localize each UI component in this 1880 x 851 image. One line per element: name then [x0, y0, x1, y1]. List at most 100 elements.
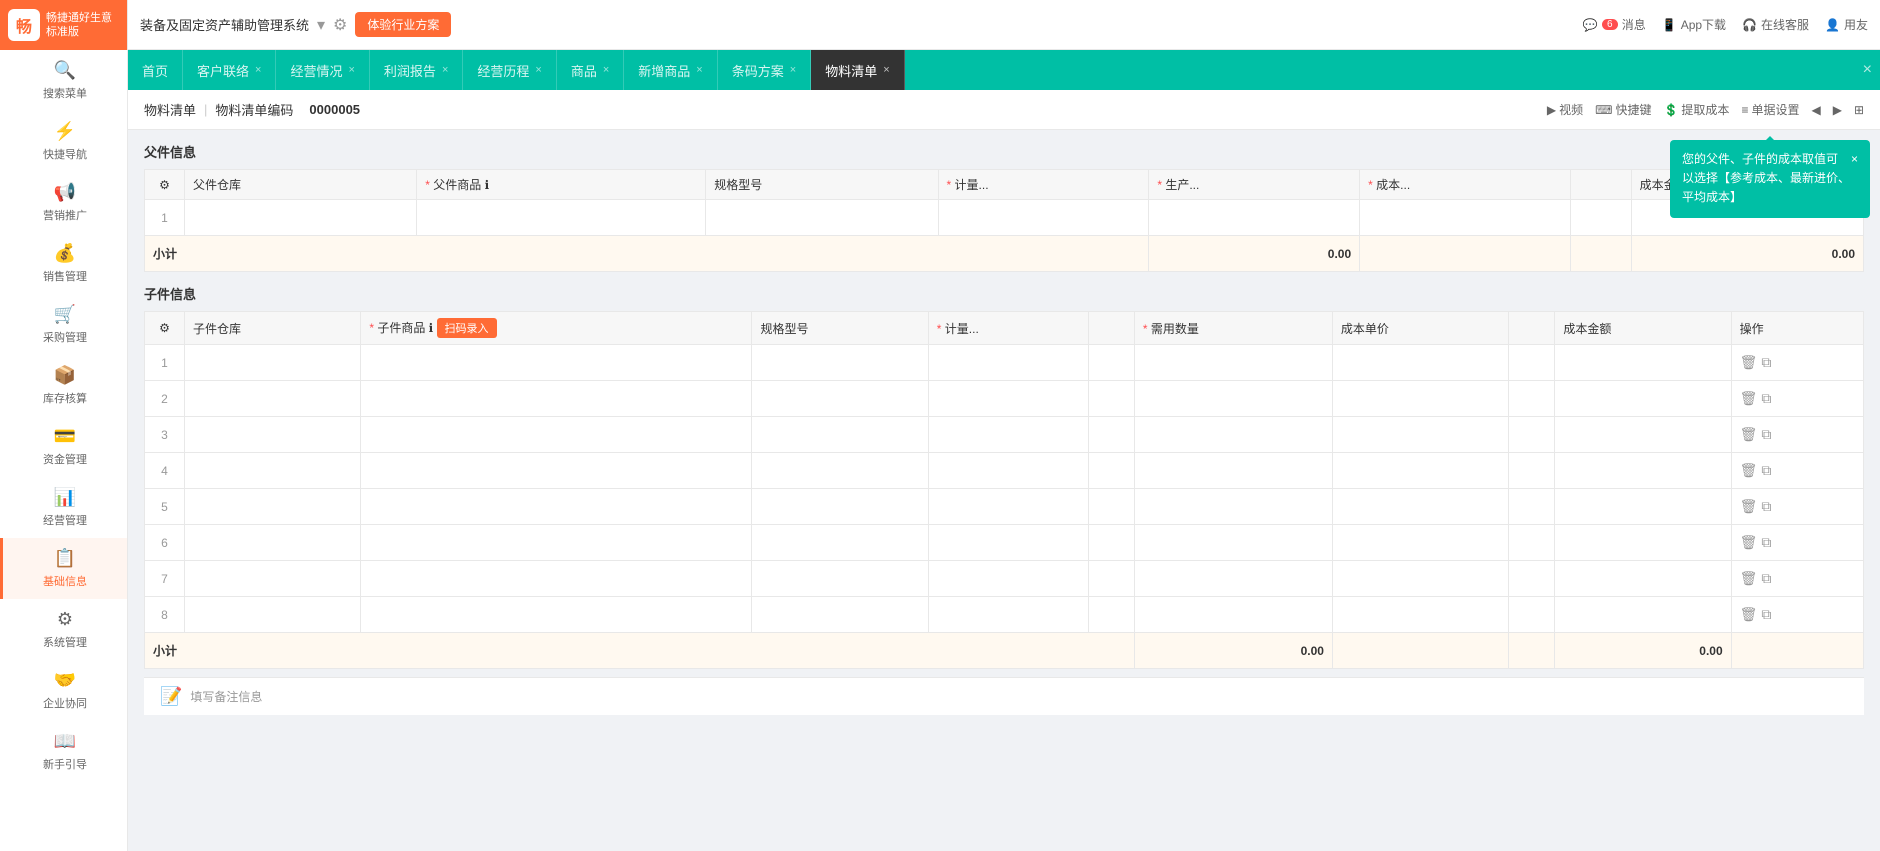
child-unit-cell[interactable] [928, 489, 1088, 525]
child-warehouse-cell[interactable] [185, 381, 361, 417]
delete-icon-row2[interactable]: 🗑 [1740, 390, 1758, 407]
copy-icon-row3[interactable]: ⧉ [1761, 426, 1771, 443]
copy-icon-row8[interactable]: ⧉ [1761, 606, 1771, 623]
child-quantity-cell[interactable] [1134, 381, 1332, 417]
parent-produce-cell[interactable] [1149, 200, 1360, 236]
child-spec-cell[interactable] [752, 381, 928, 417]
message-icon-area[interactable]: 💬 6 消息 [1583, 16, 1646, 33]
child-quantity-cell[interactable] [1134, 417, 1332, 453]
shortcut-action[interactable]: ⌨ 快捷键 [1595, 101, 1651, 118]
copy-icon-row6[interactable]: ⧉ [1761, 534, 1771, 551]
extract-cost-action[interactable]: 💲 提取成本 [1663, 101, 1729, 118]
child-warehouse-cell[interactable] [185, 453, 361, 489]
parent-product-cell[interactable] [417, 200, 706, 236]
prev-icon[interactable]: ◀ [1811, 103, 1820, 117]
child-quantity-cell[interactable] [1134, 345, 1332, 381]
tab-bom[interactable]: 物料清单× [811, 50, 904, 90]
child-quantity-cell[interactable] [1134, 561, 1332, 597]
view-action[interactable]: ▶ 视频 [1547, 101, 1583, 118]
copy-icon-row4[interactable]: ⧉ [1761, 462, 1771, 479]
next-icon[interactable]: ▶ [1833, 103, 1842, 117]
child-product-cell[interactable] [361, 525, 752, 561]
child-unit-cost-cell[interactable] [1332, 417, 1508, 453]
tab-close-operations[interactable]: × [348, 64, 354, 76]
tab-home[interactable]: 首页 [128, 50, 183, 90]
sidebar-item-sales[interactable]: 💰销售管理 [0, 233, 127, 294]
child-unit-cell[interactable] [928, 453, 1088, 489]
child-spec-cell[interactable] [752, 453, 928, 489]
child-unit-cell[interactable] [928, 597, 1088, 633]
copy-icon-row5[interactable]: ⧉ [1761, 498, 1771, 515]
child-warehouse-cell[interactable] [185, 489, 361, 525]
sidebar-item-finance[interactable]: 💳资金管理 [0, 416, 127, 477]
delete-icon-row6[interactable]: 🗑 [1740, 534, 1758, 551]
child-spec-cell[interactable] [752, 561, 928, 597]
tab-customers[interactable]: 客户联络× [183, 50, 276, 90]
delete-icon-row3[interactable]: 🗑 [1740, 426, 1758, 443]
copy-icon-row1[interactable]: ⧉ [1761, 354, 1771, 371]
gear-icon[interactable]: ⚙ [333, 15, 347, 35]
tab-close-new_goods[interactable]: × [696, 64, 702, 76]
child-warehouse-cell[interactable] [185, 345, 361, 381]
child-warehouse-cell[interactable] [185, 597, 361, 633]
tab-operations[interactable]: 经营情况× [276, 50, 369, 90]
child-quantity-cell[interactable] [1134, 597, 1332, 633]
trial-button[interactable]: 体验行业方案 [355, 12, 451, 37]
child-spec-cell[interactable] [752, 489, 928, 525]
tab-new_goods[interactable]: 新增商品× [624, 50, 717, 90]
app-download-area[interactable]: 📱 App下载 [1662, 16, 1726, 33]
child-unit-cell[interactable] [928, 561, 1088, 597]
child-unit-cost-cell[interactable] [1332, 489, 1508, 525]
child-unit-cost-cell[interactable] [1332, 561, 1508, 597]
tab-history[interactable]: 经营历程× [463, 50, 556, 90]
child-unit-cost-cell[interactable] [1332, 381, 1508, 417]
sidebar-item-guide[interactable]: 📖新手引导 [0, 721, 127, 782]
settings-dropdown-icon[interactable]: ▾ [317, 15, 325, 35]
child-quantity-cell[interactable] [1134, 489, 1332, 525]
child-unit-cost-cell[interactable] [1332, 453, 1508, 489]
user-area[interactable]: 👤 用友 [1825, 16, 1868, 33]
child-unit-cell[interactable] [928, 381, 1088, 417]
close-all-tabs-btn[interactable]: × [1855, 61, 1880, 79]
grid-icon[interactable]: ⊞ [1854, 103, 1864, 117]
tab-close-history[interactable]: × [535, 64, 541, 76]
sidebar-item-marketing[interactable]: 📢营销推广 [0, 172, 127, 233]
child-product-cell[interactable] [361, 417, 752, 453]
child-unit-cost-cell[interactable] [1332, 345, 1508, 381]
child-warehouse-cell[interactable] [185, 561, 361, 597]
sidebar-item-enterprise[interactable]: 🤝企业协同 [0, 660, 127, 721]
tab-close-goods[interactable]: × [603, 64, 609, 76]
child-unit-cell[interactable] [928, 345, 1088, 381]
delete-icon-row5[interactable]: 🗑 [1740, 498, 1758, 515]
child-quantity-cell[interactable] [1134, 453, 1332, 489]
parent-unit-cell[interactable] [938, 200, 1149, 236]
online-service-area[interactable]: 🎧 在线客服 [1742, 16, 1809, 33]
child-warehouse-cell[interactable] [185, 525, 361, 561]
copy-icon-row2[interactable]: ⧉ [1761, 390, 1771, 407]
tab-close-barcode[interactable]: × [790, 64, 796, 76]
child-product-cell[interactable] [361, 489, 752, 525]
tab-barcode[interactable]: 条码方案× [718, 50, 811, 90]
tab-close-bom[interactable]: × [883, 64, 889, 76]
child-spec-cell[interactable] [752, 417, 928, 453]
tab-profit[interactable]: 利润报告× [370, 50, 463, 90]
parent-warehouse-cell[interactable] [185, 200, 417, 236]
child-spec-cell[interactable] [752, 525, 928, 561]
child-product-cell[interactable] [361, 597, 752, 633]
child-unit-cell[interactable] [928, 525, 1088, 561]
child-product-cell[interactable] [361, 345, 752, 381]
parent-cost-cell[interactable] [1360, 200, 1571, 236]
child-quantity-cell[interactable] [1134, 525, 1332, 561]
child-unit-cost-cell[interactable] [1332, 597, 1508, 633]
tooltip-close-btn[interactable]: × [1851, 150, 1858, 169]
delete-icon-row7[interactable]: 🗑 [1740, 570, 1758, 587]
sidebar-item-inventory[interactable]: 📦库存核算 [0, 355, 127, 416]
child-warehouse-cell[interactable] [185, 417, 361, 453]
parent-spec-cell[interactable] [706, 200, 938, 236]
child-product-cell[interactable] [361, 381, 752, 417]
child-unit-cost-cell[interactable] [1332, 525, 1508, 561]
delete-icon-row1[interactable]: 🗑 [1740, 354, 1758, 371]
tab-goods[interactable]: 商品× [557, 50, 624, 90]
sidebar-item-system[interactable]: ⚙系统管理 [0, 599, 127, 660]
child-product-cell[interactable] [361, 453, 752, 489]
